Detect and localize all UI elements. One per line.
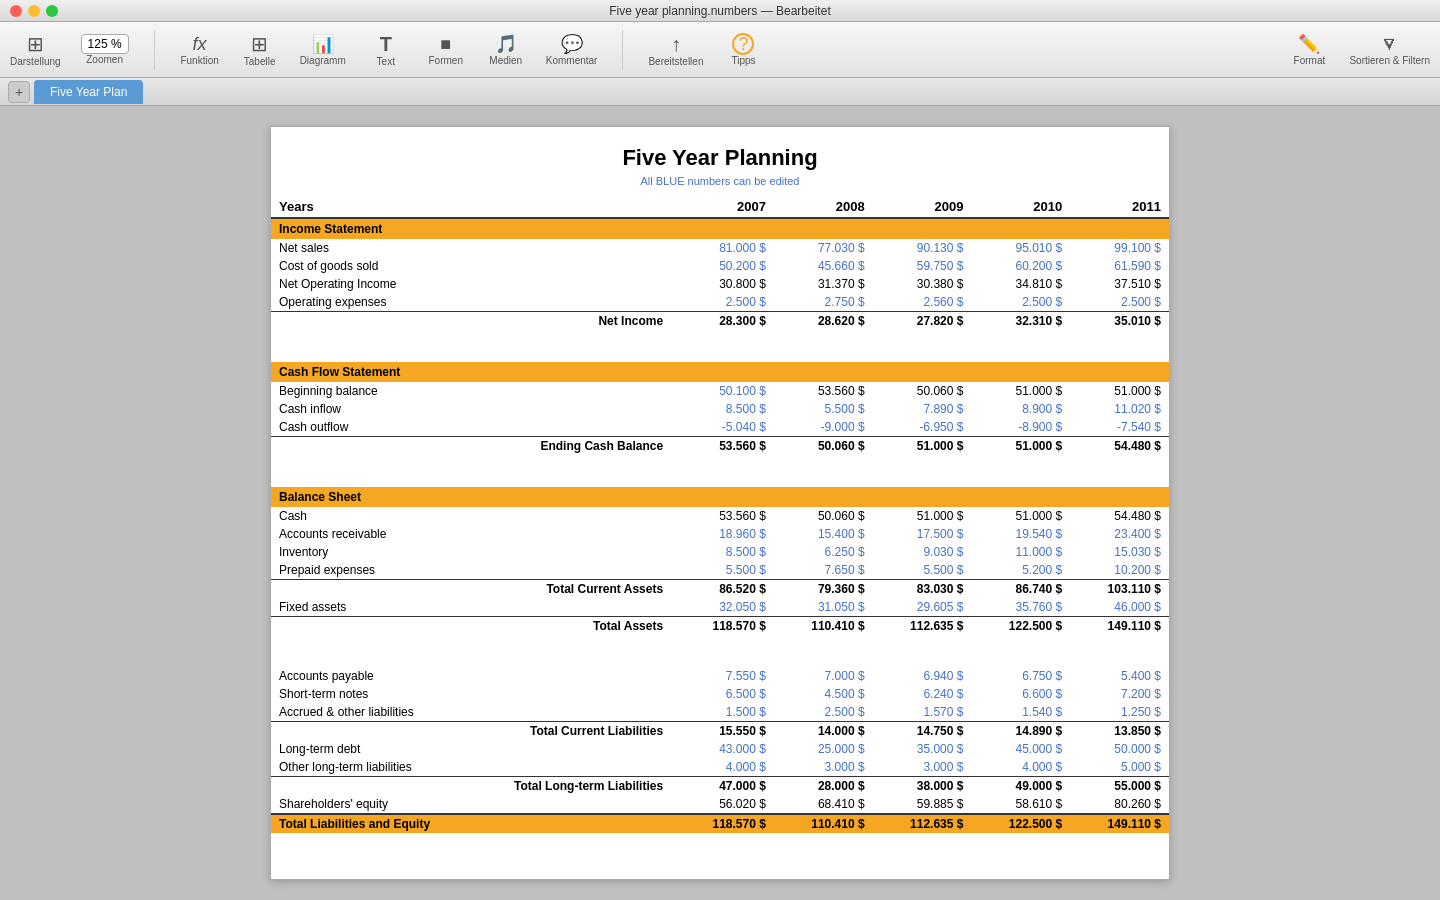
row-beginning-balance[interactable]: Beginning balance 50.100 $ 53.560 $ 50.0… <box>271 382 1169 400</box>
sortieren-icon: ⛛ <box>1381 34 1399 55</box>
balance-section-label: Balance Sheet <box>271 487 1169 507</box>
spacer2 <box>271 346 1169 362</box>
cashflow-section-label: Cash Flow Statement <box>271 362 1169 382</box>
sheet-subtitle: All BLUE numbers can be edited <box>271 175 1169 187</box>
darstellung-button[interactable]: ⊞ Darstellung <box>10 32 61 67</box>
traffic-lights[interactable] <box>10 5 58 17</box>
row-fixed-assets[interactable]: Fixed assets 32.050 $ 31.050 $ 29.605 $ … <box>271 598 1169 617</box>
spacer4 <box>271 471 1169 487</box>
tab-five-year-plan[interactable]: Five Year Plan <box>34 80 143 104</box>
spacer3 <box>271 455 1169 471</box>
funktion-icon: fx <box>193 34 207 55</box>
data-table: Years 2007 2008 2009 2010 2011 Income St… <box>271 197 1169 833</box>
row-cost-of-goods[interactable]: Cost of goods sold 50.200 $ 45.660 $ 59.… <box>271 257 1169 275</box>
row-net-sales[interactable]: Net sales 81.000 $ 77.030 $ 90.130 $ 95.… <box>271 239 1169 257</box>
col-2007: 2007 <box>675 197 774 218</box>
spacer5 <box>271 635 1169 651</box>
tabelle-icon: ⊞ <box>251 32 268 56</box>
bereitstellen-icon: ↑ <box>671 33 681 56</box>
section-income-header: Income Statement <box>271 218 1169 239</box>
title-bar: Five year planning.numbers — Bearbeitet <box>0 0 1440 22</box>
tab-bar: + Five Year Plan <box>0 78 1440 106</box>
spacer6 <box>271 651 1169 667</box>
maximize-button[interactable] <box>46 5 58 17</box>
row-net-operating-income: Net Operating Income 30.800 $ 31.370 $ 3… <box>271 275 1169 293</box>
row-long-term-debt[interactable]: Long-term debt 43.000 $ 25.000 $ 35.000 … <box>271 740 1169 758</box>
zoom-control[interactable]: 125 % Zoomen <box>81 34 129 65</box>
header-row: Years 2007 2008 2009 2010 2011 <box>271 197 1169 218</box>
tabelle-button[interactable]: ⊞ Tabelle <box>240 32 280 67</box>
window-title: Five year planning.numbers — Bearbeitet <box>609 4 830 18</box>
row-ending-cash-balance: Ending Cash Balance 53.560 $ 50.060 $ 51… <box>271 437 1169 456</box>
col-2008: 2008 <box>774 197 873 218</box>
sheet-title: Five Year Planning <box>271 127 1169 175</box>
diagramm-button[interactable]: 📊 Diagramm <box>300 33 346 66</box>
kommentar-button[interactable]: 💬 Kommentar <box>546 33 598 66</box>
col-2010: 2010 <box>971 197 1070 218</box>
spacer1 <box>271 330 1169 346</box>
text-button[interactable]: T Text <box>366 33 406 67</box>
formen-icon: ■ <box>440 34 451 55</box>
toolbar: ⊞ Darstellung 125 % Zoomen fx Funktion ⊞… <box>0 22 1440 78</box>
col-2009: 2009 <box>873 197 972 218</box>
col-years: Years <box>271 197 675 218</box>
spreadsheet: Five Year Planning All BLUE numbers can … <box>270 126 1170 880</box>
bereitstellen-button[interactable]: ↑ Bereitstellen <box>648 33 703 67</box>
row-operating-expenses[interactable]: Operating expenses 2.500 $ 2.750 $ 2.560… <box>271 293 1169 312</box>
row-cash: Cash 53.560 $ 50.060 $ 51.000 $ 51.000 $… <box>271 507 1169 525</box>
sortieren-button[interactable]: ⛛ Sortieren & Filtern <box>1349 34 1430 66</box>
sep2 <box>622 30 623 70</box>
tipps-icon: ? <box>732 33 754 55</box>
add-tab-button[interactable]: + <box>8 81 30 103</box>
col-2011: 2011 <box>1070 197 1169 218</box>
row-other-lt-liabilities[interactable]: Other long-term liabilities 4.000 $ 3.00… <box>271 758 1169 777</box>
row-inventory[interactable]: Inventory 8.500 $ 6.250 $ 9.030 $ 11.000… <box>271 543 1169 561</box>
row-cash-outflow[interactable]: Cash outflow -5.040 $ -9.000 $ -6.950 $ … <box>271 418 1169 437</box>
row-shareholders-equity: Shareholders' equity 56.020 $ 68.410 $ 5… <box>271 795 1169 814</box>
sep1 <box>154 30 155 70</box>
tipps-button[interactable]: ? Tipps <box>723 33 763 66</box>
row-total-assets: Total Assets 118.570 $ 110.410 $ 112.635… <box>271 617 1169 636</box>
row-accrued-liabilities[interactable]: Accrued & other liabilities 1.500 $ 2.50… <box>271 703 1169 722</box>
row-short-term-notes[interactable]: Short-term notes 6.500 $ 4.500 $ 6.240 $… <box>271 685 1169 703</box>
row-net-income: Net Income 28.300 $ 28.620 $ 27.820 $ 32… <box>271 312 1169 331</box>
format-button[interactable]: ✏️ Format <box>1289 33 1329 66</box>
kommentar-icon: 💬 <box>561 33 583 55</box>
darstellung-icon: ⊞ <box>27 32 44 56</box>
section-cashflow-header: Cash Flow Statement <box>271 362 1169 382</box>
diagramm-icon: 📊 <box>312 33 334 55</box>
income-section-label: Income Statement <box>271 218 1169 239</box>
minimize-button[interactable] <box>28 5 40 17</box>
row-total-lt-liabilities: Total Long-term Liabilities 47.000 $ 28.… <box>271 777 1169 796</box>
text-icon: T <box>380 33 392 56</box>
row-total-current-assets: Total Current Assets 86.520 $ 79.360 $ 8… <box>271 580 1169 599</box>
close-button[interactable] <box>10 5 22 17</box>
row-prepaid-expenses[interactable]: Prepaid expenses 5.500 $ 7.650 $ 5.500 $… <box>271 561 1169 580</box>
section-balance-header: Balance Sheet <box>271 487 1169 507</box>
medien-icon: 🎵 <box>495 33 517 55</box>
funktion-button[interactable]: fx Funktion <box>180 34 220 66</box>
formen-button[interactable]: ■ Formen <box>426 34 466 66</box>
row-accounts-payable[interactable]: Accounts payable 7.550 $ 7.000 $ 6.940 $… <box>271 667 1169 685</box>
format-icon: ✏️ <box>1298 33 1320 55</box>
row-accounts-receivable[interactable]: Accounts receivable 18.960 $ 15.400 $ 17… <box>271 525 1169 543</box>
row-total-liabilities-equity: Total Liabilities and Equity 118.570 $ 1… <box>271 814 1169 833</box>
row-cash-inflow[interactable]: Cash inflow 8.500 $ 5.500 $ 7.890 $ 8.90… <box>271 400 1169 418</box>
row-total-current-liabilities: Total Current Liabilities 15.550 $ 14.00… <box>271 722 1169 741</box>
zoom-value[interactable]: 125 % <box>81 34 129 54</box>
medien-button[interactable]: 🎵 Medien <box>486 33 526 66</box>
main-content: Five Year Planning All BLUE numbers can … <box>0 106 1440 900</box>
